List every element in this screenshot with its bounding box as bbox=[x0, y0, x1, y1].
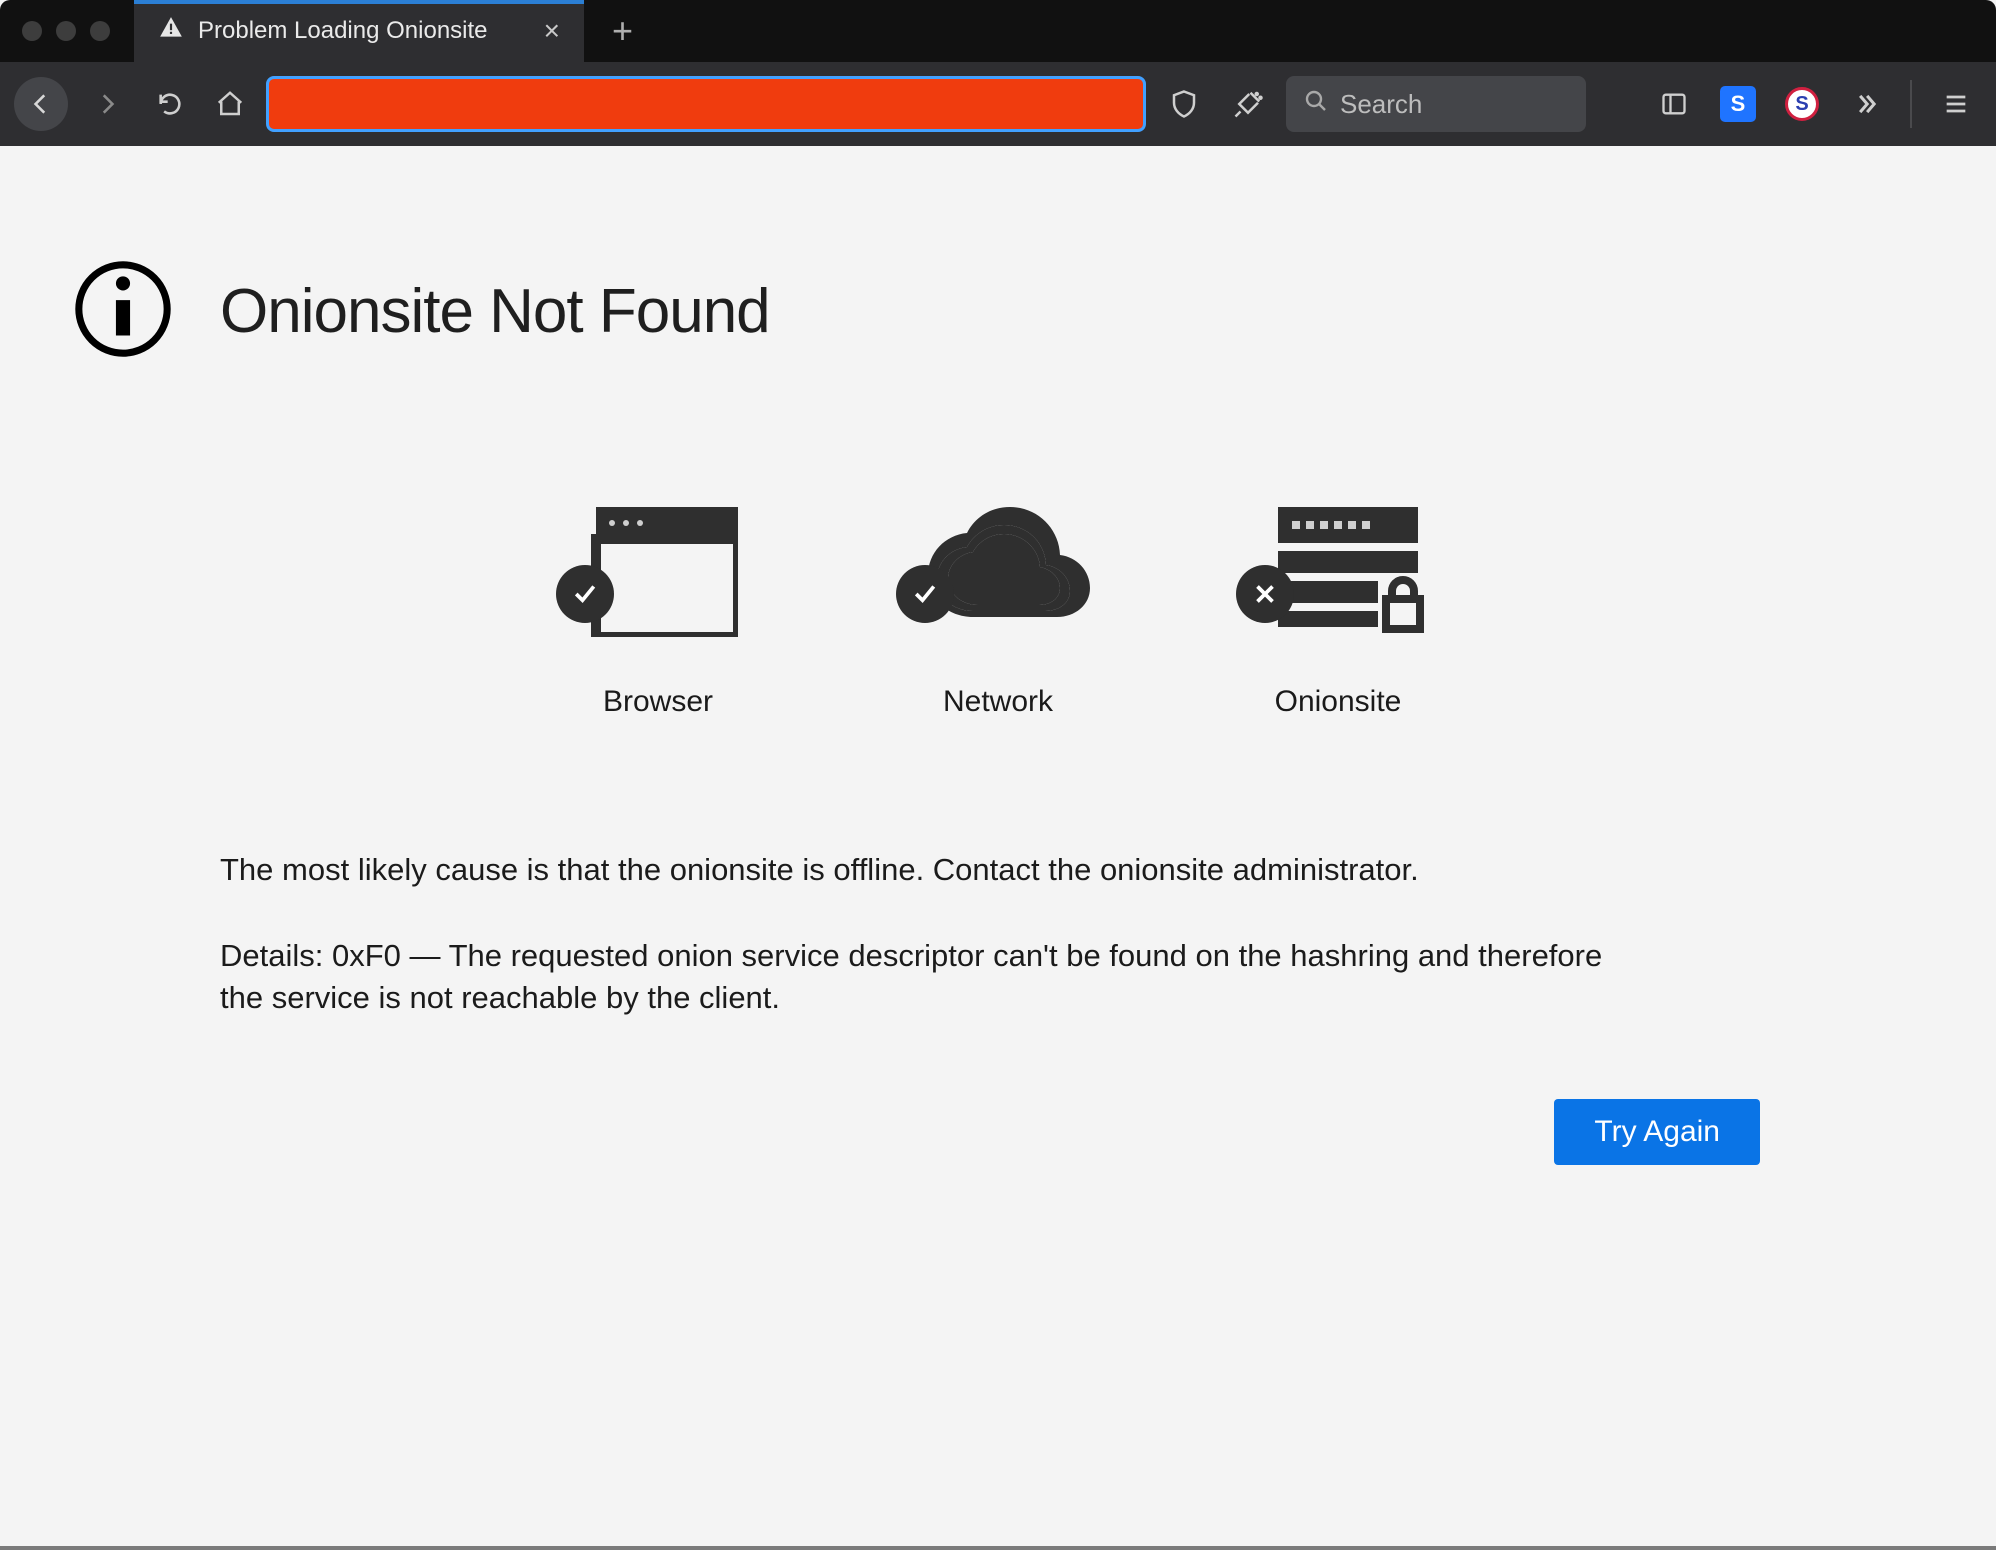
browser-tab-active[interactable]: Problem Loading Onionsite × bbox=[134, 0, 584, 62]
overflow-icon[interactable] bbox=[1840, 78, 1892, 130]
shield-icon[interactable] bbox=[1158, 78, 1210, 130]
zoom-window-button[interactable] bbox=[90, 21, 110, 41]
connection-diagram: Browser Network bbox=[70, 507, 1926, 719]
browser-toolbar: Search S S bbox=[0, 62, 1996, 146]
close-window-button[interactable] bbox=[22, 21, 42, 41]
check-badge-icon bbox=[896, 565, 954, 623]
tab-title: Problem Loading Onionsite bbox=[198, 17, 488, 45]
try-again-button[interactable]: Try Again bbox=[1554, 1099, 1760, 1165]
minimize-window-button[interactable] bbox=[56, 21, 76, 41]
info-icon bbox=[70, 256, 176, 367]
x-badge-icon bbox=[1236, 565, 1294, 623]
search-icon bbox=[1304, 89, 1328, 120]
search-box[interactable]: Search bbox=[1286, 76, 1586, 132]
diagram-onionsite-label: Onionsite bbox=[1275, 685, 1402, 719]
search-placeholder: Search bbox=[1340, 89, 1422, 120]
page-bottom-border bbox=[0, 1546, 1996, 1550]
tab-strip: + bbox=[584, 0, 1996, 62]
toolbar-separator bbox=[1910, 80, 1912, 128]
error-page: Onionsite Not Found Browser bbox=[0, 146, 1996, 1550]
server-lock-icon bbox=[1258, 624, 1428, 641]
diagram-network-label: Network bbox=[943, 685, 1053, 719]
home-button[interactable] bbox=[206, 80, 254, 128]
cloud-icon bbox=[918, 624, 1098, 641]
new-tab-button[interactable]: + bbox=[602, 9, 643, 53]
hamburger-menu-icon[interactable] bbox=[1930, 78, 1982, 130]
url-bar[interactable] bbox=[266, 76, 1146, 132]
window-controls bbox=[0, 0, 134, 62]
sidebar-toggle-icon[interactable] bbox=[1648, 78, 1700, 130]
error-explanation: The most likely cause is that the onions… bbox=[70, 849, 1610, 1019]
diagram-browser-label: Browser bbox=[603, 685, 713, 719]
check-badge-icon bbox=[556, 565, 614, 623]
diagram-browser: Browser bbox=[578, 507, 738, 719]
diagram-network: Network bbox=[918, 507, 1078, 719]
tab-close-button[interactable]: × bbox=[544, 17, 560, 45]
error-details-text: Details: 0xF0 — The requested onion serv… bbox=[220, 935, 1610, 1019]
extension-s-icon[interactable]: S bbox=[1712, 78, 1764, 130]
alert-icon bbox=[158, 15, 184, 48]
titlebar: Problem Loading Onionsite × + bbox=[0, 0, 1996, 62]
diagram-onionsite: Onionsite bbox=[1258, 507, 1418, 719]
extension-noscript-icon[interactable]: S bbox=[1776, 78, 1828, 130]
broom-icon[interactable] bbox=[1222, 78, 1274, 130]
reload-button[interactable] bbox=[146, 80, 194, 128]
error-cause-text: The most likely cause is that the onions… bbox=[220, 849, 1610, 891]
browser-window-icon bbox=[578, 624, 738, 641]
forward-button[interactable] bbox=[80, 77, 134, 131]
back-button[interactable] bbox=[14, 77, 68, 131]
page-title: Onionsite Not Found bbox=[220, 276, 770, 347]
